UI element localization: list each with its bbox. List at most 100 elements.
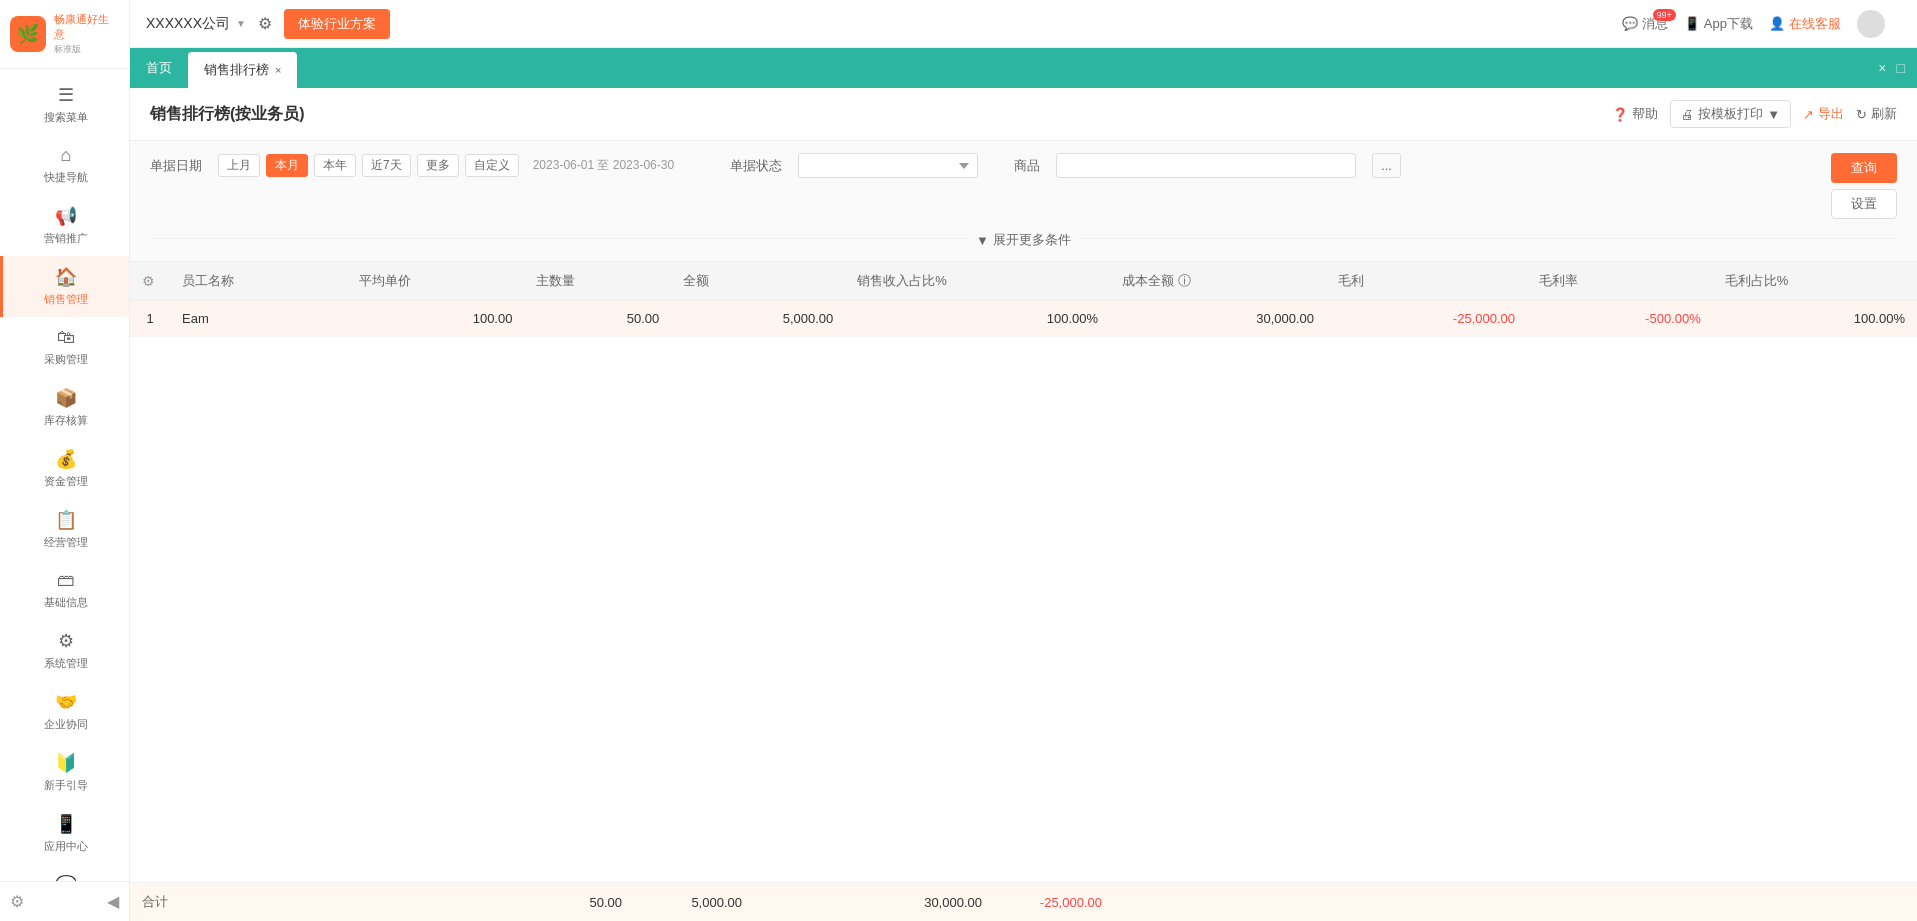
sidebar-item-system[interactable]: ⚙ 系统管理 (0, 620, 129, 681)
export-button[interactable]: ↗ 导出 (1803, 105, 1844, 123)
online-service-button[interactable]: 👤 在线客服 (1769, 15, 1841, 33)
print-button[interactable]: 🖨 按模板打印 ▼ (1670, 100, 1791, 128)
wechat-icon: 💬 (55, 874, 77, 881)
page-header: 销售排行榜(按业务员) ❓ 帮助 🖨 按模板打印 ▼ ↗ 导出 (130, 88, 1917, 141)
date-btn-more[interactable]: 更多 (417, 154, 459, 177)
goods-input[interactable] (1056, 153, 1356, 178)
page: 销售排行榜(按业务员) ❓ 帮助 🖨 按模板打印 ▼ ↗ 导出 (130, 88, 1917, 921)
logo-badge: 标准版 (54, 43, 119, 56)
export-icon: ↗ (1803, 107, 1814, 122)
marketing-icon: 📢 (55, 205, 77, 227)
tab-maximize-icon[interactable]: □ (1897, 60, 1905, 76)
cell-gross-pct: 100.00% (1713, 301, 1917, 337)
date-btn-custom[interactable]: 自定义 (465, 154, 519, 177)
expand-more-row: ▼ 展开更多条件 (150, 227, 1897, 249)
sidebar-item-appstore[interactable]: 📱 应用中心 (0, 803, 129, 864)
table-header-row: ⚙ 员工名称 平均单价 主数量 全额 销售收入占比% 成本全额 ⓘ 毛利 毛利率 (130, 262, 1917, 301)
date-btn-this-year[interactable]: 本年 (314, 154, 356, 177)
sidebar-item-cooperation[interactable]: 🤝 企业协同 (0, 681, 129, 742)
query-button[interactable]: 查询 (1831, 153, 1897, 183)
col-gross-pct: 毛利占比% (1713, 262, 1917, 301)
col-gross-rate: 毛利率 (1527, 262, 1713, 301)
sidebar-item-sales[interactable]: 🏠 销售管理 (0, 256, 129, 317)
date-btn-last-month[interactable]: 上月 (218, 154, 260, 177)
finance-icon: 💰 (55, 448, 77, 470)
tab-bar: 首页 销售排行榜 × × □ (130, 48, 1917, 88)
cell-name: Eam (170, 301, 347, 337)
message-button[interactable]: 💬 消息 99+ (1622, 15, 1668, 33)
print-icon: 🖨 (1681, 107, 1694, 122)
sidebar-item-quick[interactable]: ⌂ 快捷导航 (0, 135, 129, 195)
filter-divider-right (1079, 238, 1897, 239)
settings-bottom-icon[interactable]: ⚙ (10, 892, 24, 911)
logo-text: 畅康通好生意 (54, 12, 119, 43)
cell-gross: -25,000.00 (1326, 301, 1527, 337)
filter-bar: 单据日期 上月 本月 本年 近7天 更多 自定义 2023-06-01 至 20… (130, 141, 1917, 262)
page-content: 销售排行榜(按业务员) ❓ 帮助 🖨 按模板打印 ▼ ↗ 导出 (130, 88, 1917, 921)
column-settings-icon[interactable]: ⚙ (142, 273, 155, 289)
company-arrow-icon: ▼ (236, 18, 246, 29)
col-gross: 毛利 (1326, 262, 1527, 301)
sidebar-item-marketing[interactable]: 📢 营销推广 (0, 195, 129, 256)
sidebar-item-finance[interactable]: 💰 资金管理 (0, 438, 129, 499)
cell-avg-price: 100.00 (347, 301, 524, 337)
status-select[interactable] (798, 153, 978, 178)
company-selector[interactable]: XXXXXX公司 ▼ (146, 15, 246, 33)
sidebar-item-basic[interactable]: 🗃 基础信息 (0, 560, 129, 620)
sidebar-item-guide[interactable]: 🔰 新手引导 (0, 742, 129, 803)
filter-row-date: 单据日期 上月 本月 本年 近7天 更多 自定义 2023-06-01 至 20… (150, 153, 1811, 178)
tab-close-icon[interactable]: × (275, 64, 281, 76)
refresh-button[interactable]: ↻ 刷新 (1856, 105, 1897, 123)
tab-sales-ranking[interactable]: 销售排行榜 × (188, 52, 297, 88)
collapse-icon[interactable]: ◀ (107, 892, 119, 911)
filter-divider-left (150, 238, 968, 239)
date-btn-this-month[interactable]: 本月 (266, 154, 308, 177)
expand-icon: ▼ (976, 233, 989, 248)
col-cost: 成本全额 ⓘ (1110, 262, 1326, 301)
page-title: 销售排行榜(按业务员) (150, 104, 305, 125)
sidebar-item-operations[interactable]: 📋 经营管理 (0, 499, 129, 560)
help-icon: ❓ (1612, 107, 1628, 122)
service-icon: 👤 (1769, 16, 1785, 31)
logo-icon: 🌿 (10, 16, 46, 52)
sidebar-nav: ☰ 搜索菜单 ⌂ 快捷导航 📢 营销推广 🏠 销售管理 🛍 采购管理 📦 库存核… (0, 69, 129, 881)
cell-amount: 5,000.00 (671, 301, 845, 337)
cell-sales-pct: 100.00% (845, 301, 1110, 337)
cell-cost: 30,000.00 (1110, 301, 1326, 337)
tab-minimize-icon[interactable]: × (1878, 60, 1886, 76)
footer-qty: 50.00 (522, 895, 622, 910)
avatar[interactable] (1857, 10, 1885, 38)
table-footer: 合计 50.00 5,000.00 30,000.00 -25,000.00 (130, 882, 1917, 921)
settings-button[interactable]: 设置 (1831, 189, 1897, 219)
system-icon: ⚙ (58, 630, 74, 652)
page-actions: ❓ 帮助 🖨 按模板打印 ▼ ↗ 导出 ↻ 刷新 (1612, 100, 1897, 128)
col-qty: 主数量 (524, 262, 671, 301)
cell-gross-rate: -500.00% (1527, 301, 1713, 337)
table-container: ⚙ 员工名称 平均单价 主数量 全额 销售收入占比% 成本全额 ⓘ 毛利 毛利率 (130, 262, 1917, 921)
sidebar-item-search[interactable]: ☰ 搜索菜单 (0, 74, 129, 135)
tab-home[interactable]: 首页 (130, 48, 188, 88)
sidebar-item-purchase[interactable]: 🛍 采购管理 (0, 317, 129, 377)
sidebar-item-inventory[interactable]: 📦 库存核算 (0, 377, 129, 438)
goods-ellipsis-button[interactable]: ... (1372, 153, 1401, 178)
trial-button[interactable]: 体验行业方案 (284, 9, 390, 39)
footer-amount: 5,000.00 (622, 895, 742, 910)
sidebar: 🌿 畅康通好生意 标准版 ☰ 搜索菜单 ⌂ 快捷导航 📢 营销推广 🏠 销售管理… (0, 0, 130, 921)
date-btn-7days[interactable]: 近7天 (362, 154, 411, 177)
sidebar-bottom: ⚙ ◀ (0, 881, 129, 921)
app-download-button[interactable]: 📱 App下载 (1684, 15, 1753, 33)
footer-gross: -25,000.00 (982, 895, 1102, 910)
expand-more-button[interactable]: ▼ 展开更多条件 (976, 231, 1071, 249)
data-table: ⚙ 员工名称 平均单价 主数量 全额 销售收入占比% 成本全额 ⓘ 毛利 毛利率 (130, 262, 1917, 337)
help-button[interactable]: ❓ 帮助 (1612, 105, 1658, 123)
header-settings-icon[interactable]: ⚙ (258, 14, 272, 33)
tabs-right-actions: × □ (1878, 60, 1917, 76)
guide-icon: 🔰 (55, 752, 77, 774)
refresh-icon: ↻ (1856, 107, 1867, 122)
cell-rank: 1 (130, 301, 170, 337)
main-area: XXXXXX公司 ▼ ⚙ 体验行业方案 💬 消息 99+ 📱 App下载 👤 在… (130, 0, 1917, 921)
sidebar-item-wechat[interactable]: 💬 企业微信 (0, 864, 129, 881)
header-right: 💬 消息 99+ 📱 App下载 👤 在线客服 (1622, 10, 1901, 38)
col-avg-price: 平均单价 (347, 262, 524, 301)
header: XXXXXX公司 ▼ ⚙ 体验行业方案 💬 消息 99+ 📱 App下载 👤 在… (130, 0, 1917, 48)
